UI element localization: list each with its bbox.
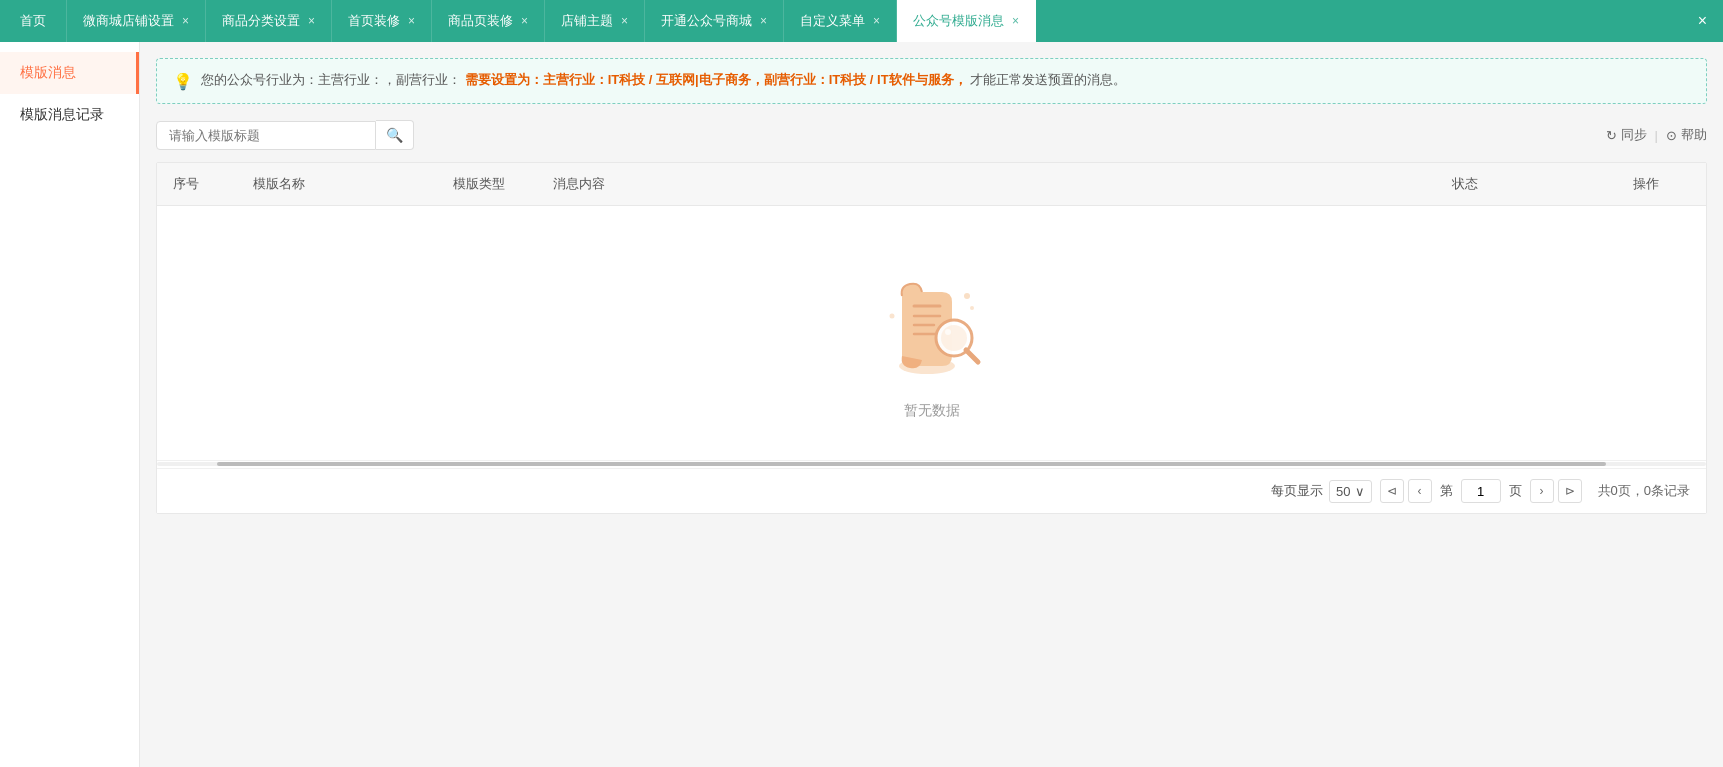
prev-page-icon: ‹ — [1418, 484, 1422, 498]
next-page-button[interactable]: › — [1530, 479, 1554, 503]
tab-category-close[interactable]: × — [308, 14, 315, 28]
th-type: 模版类型 — [437, 163, 537, 205]
empty-illustration — [872, 266, 992, 386]
tab-home-label: 首页 — [20, 12, 46, 30]
pagination-nav: ⊲ ‹ 第 页 › ⊳ — [1380, 479, 1582, 503]
empty-text: 暂无数据 — [904, 402, 960, 420]
tab-template-msg-close[interactable]: × — [1012, 14, 1019, 28]
th-name: 模版名称 — [237, 163, 437, 205]
svg-point-6 — [941, 325, 967, 351]
divider: | — [1655, 128, 1658, 143]
data-table: 序号 模版名称 模版类型 消息内容 状态 操作 — [156, 162, 1707, 514]
sync-button[interactable]: ↻ 同步 — [1606, 126, 1647, 144]
notice-text: 您的公众号行业为：主营行业：，副营行业： 需要设置为：主营行业：IT科技 / 互… — [201, 71, 1126, 89]
tab-template-msg[interactable]: 公众号模版消息 × — [897, 0, 1036, 42]
tab-category[interactable]: 商品分类设置 × — [206, 0, 332, 42]
tab-custom-menu[interactable]: 自定义菜单 × — [784, 0, 897, 42]
svg-point-9 — [964, 293, 970, 299]
tab-custom-menu-close[interactable]: × — [873, 14, 880, 28]
top-navigation: 首页 微商城店铺设置 × 商品分类设置 × 首页装修 × 商品页装修 × 店铺主… — [0, 0, 1723, 42]
per-page-wrap: 每页显示 50 ∨ — [1271, 480, 1371, 503]
th-action: 操作 — [1586, 163, 1706, 205]
last-page-button[interactable]: ⊳ — [1558, 479, 1582, 503]
page-unit: 页 — [1509, 482, 1522, 500]
tab-product-deco-close[interactable]: × — [521, 14, 528, 28]
tab-open-mall[interactable]: 开通公众号商城 × — [645, 0, 784, 42]
sidebar-item-template-msg[interactable]: 模版消息 — [0, 52, 139, 94]
tab-open-mall-close[interactable]: × — [760, 14, 767, 28]
search-button[interactable]: 🔍 — [376, 120, 414, 150]
main-layout: 模版消息 模版消息记录 💡 您的公众号行业为：主营行业：，副营行业： 需要设置为… — [0, 42, 1723, 767]
tab-template-msg-label: 公众号模版消息 — [913, 12, 1004, 30]
last-page-icon: ⊳ — [1565, 484, 1575, 498]
pagination: 每页显示 50 ∨ ⊲ ‹ 第 页 — [157, 468, 1706, 513]
per-page-select[interactable]: 50 ∨ — [1329, 480, 1371, 503]
tab-wechat-shop-close[interactable]: × — [182, 14, 189, 28]
empty-state: 暂无数据 — [157, 206, 1706, 460]
main-content: 💡 您的公众号行业为：主营行业：，副营行业： 需要设置为：主营行业：IT科技 /… — [140, 42, 1723, 767]
search-bar-right: ↻ 同步 | ⊙ 帮助 — [1606, 126, 1707, 144]
tab-custom-menu-label: 自定义菜单 — [800, 12, 865, 30]
notice-box: 💡 您的公众号行业为：主营行业：，副营行业： 需要设置为：主营行业：IT科技 /… — [156, 58, 1707, 104]
svg-line-7 — [966, 350, 978, 362]
scrollbar-area — [157, 460, 1706, 468]
page-label: 第 — [1440, 482, 1453, 500]
search-bar: 🔍 ↻ 同步 | ⊙ 帮助 — [156, 120, 1707, 150]
svg-point-8 — [945, 329, 951, 335]
per-page-label: 每页显示 — [1271, 482, 1323, 500]
search-icon: 🔍 — [386, 127, 403, 143]
tab-store-theme-label: 店铺主题 — [561, 12, 613, 30]
tab-home-deco[interactable]: 首页装修 × — [332, 0, 432, 42]
help-button[interactable]: ⊙ 帮助 — [1666, 126, 1707, 144]
tab-product-deco-label: 商品页装修 — [448, 12, 513, 30]
first-page-icon: ⊲ — [1387, 484, 1397, 498]
tab-home[interactable]: 首页 — [0, 0, 67, 42]
first-page-button[interactable]: ⊲ — [1380, 479, 1404, 503]
tab-store-theme[interactable]: 店铺主题 × — [545, 0, 645, 42]
page-input[interactable] — [1461, 479, 1501, 503]
next-page-icon: › — [1540, 484, 1544, 498]
tab-home-deco-label: 首页装修 — [348, 12, 400, 30]
search-input[interactable] — [156, 121, 376, 150]
sync-icon: ↻ — [1606, 128, 1617, 143]
tab-home-deco-close[interactable]: × — [408, 14, 415, 28]
sidebar: 模版消息 模版消息记录 — [0, 42, 140, 767]
prev-page-button[interactable]: ‹ — [1408, 479, 1432, 503]
tab-wechat-shop[interactable]: 微商城店铺设置 × — [67, 0, 206, 42]
tab-product-deco[interactable]: 商品页装修 × — [432, 0, 545, 42]
tab-open-mall-label: 开通公众号商城 — [661, 12, 752, 30]
tab-wechat-shop-label: 微商城店铺设置 — [83, 12, 174, 30]
svg-point-11 — [889, 314, 894, 319]
svg-point-10 — [970, 306, 974, 310]
th-status: 状态 — [1436, 163, 1586, 205]
dropdown-icon: ∨ — [1355, 484, 1365, 499]
sidebar-item-template-msg-record[interactable]: 模版消息记录 — [0, 94, 139, 136]
table-header: 序号 模版名称 模版类型 消息内容 状态 操作 — [157, 163, 1706, 206]
close-all-button[interactable]: × — [1682, 12, 1723, 30]
search-bar-left: 🔍 — [156, 120, 414, 150]
help-icon: ⊙ — [1666, 128, 1677, 143]
page-total: 共0页，0条记录 — [1598, 482, 1690, 500]
th-index: 序号 — [157, 163, 237, 205]
tab-store-theme-close[interactable]: × — [621, 14, 628, 28]
notice-icon: 💡 — [173, 72, 193, 91]
tab-category-label: 商品分类设置 — [222, 12, 300, 30]
th-content: 消息内容 — [537, 163, 1436, 205]
